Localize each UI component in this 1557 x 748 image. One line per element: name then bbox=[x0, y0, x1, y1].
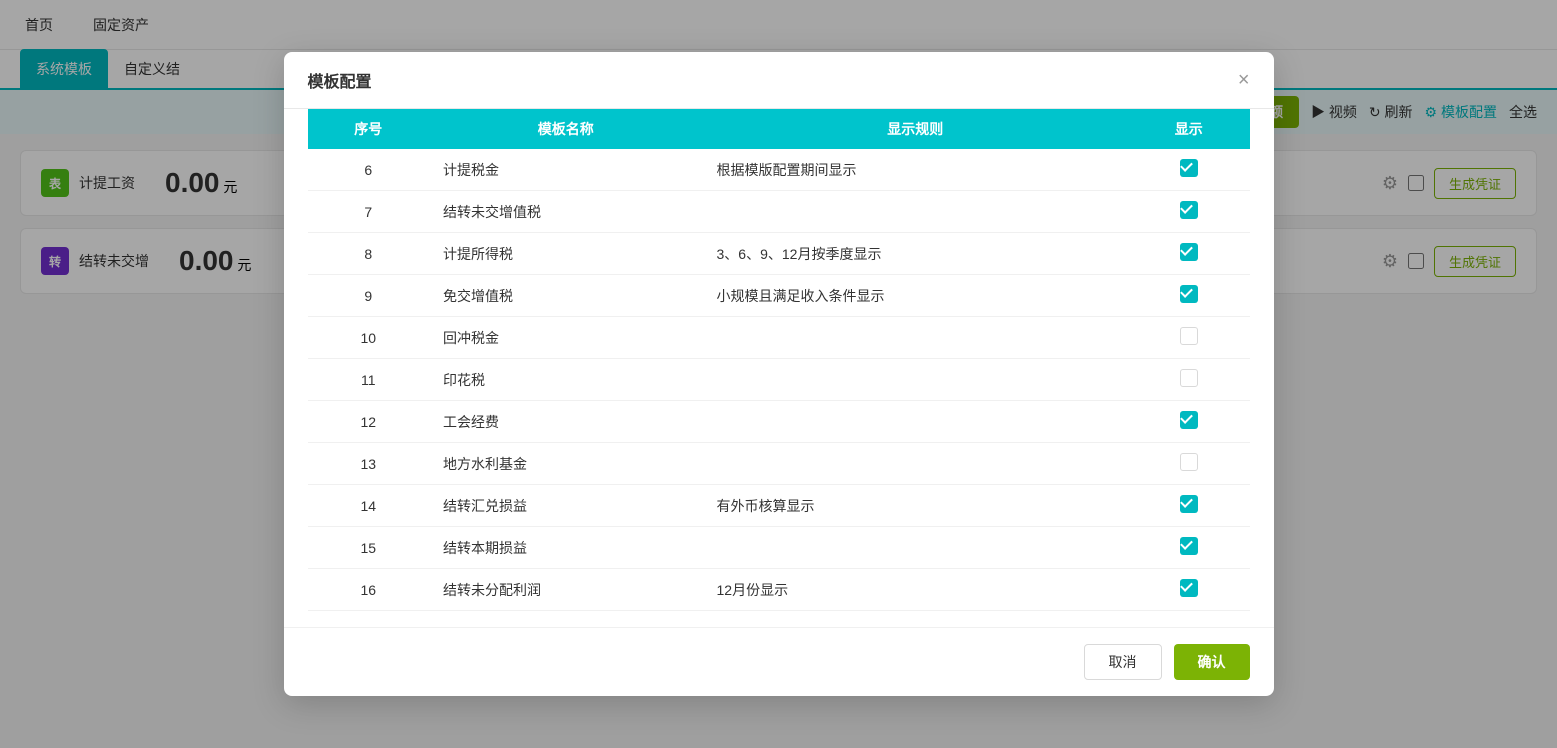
row-checkbox-0[interactable] bbox=[1180, 159, 1198, 177]
cell-check-6[interactable] bbox=[1128, 401, 1250, 443]
cell-rule-3: 小规模且满足收入条件显示 bbox=[703, 275, 1128, 317]
cell-rule-4 bbox=[703, 317, 1128, 359]
modal-footer: 取消 确认 bbox=[284, 627, 1274, 696]
col-name: 模板名称 bbox=[429, 109, 702, 149]
row-checkbox-10[interactable] bbox=[1180, 579, 1198, 597]
table-row: 9免交增值税小规模且满足收入条件显示 bbox=[308, 275, 1250, 317]
cell-check-9[interactable] bbox=[1128, 527, 1250, 569]
cell-check-8[interactable] bbox=[1128, 485, 1250, 527]
cell-name-1: 结转未交增值税 bbox=[429, 191, 702, 233]
cell-name-7: 地方水利基金 bbox=[429, 443, 702, 485]
col-rule: 显示规则 bbox=[703, 109, 1128, 149]
cell-seq-7: 13 bbox=[308, 443, 430, 485]
table-row: 8计提所得税3、6、9、12月按季度显示 bbox=[308, 233, 1250, 275]
table-row: 14结转汇兑损益有外币核算显示 bbox=[308, 485, 1250, 527]
cell-check-3[interactable] bbox=[1128, 275, 1250, 317]
table-row: 6计提税金根据模版配置期间显示 bbox=[308, 149, 1250, 191]
config-table: 序号 模板名称 显示规则 显示 6计提税金根据模版配置期间显示7结转未交增值税8… bbox=[308, 109, 1250, 611]
row-checkbox-5[interactable] bbox=[1180, 369, 1198, 387]
cell-rule-5 bbox=[703, 359, 1128, 401]
modal-overlay: 模板配置 × 序号 模板名称 显示规则 显示 6计提税金根据模版配置期间显示7结… bbox=[0, 0, 1557, 748]
row-checkbox-1[interactable] bbox=[1180, 201, 1198, 219]
cell-seq-8: 14 bbox=[308, 485, 430, 527]
table-header: 序号 模板名称 显示规则 显示 bbox=[308, 109, 1250, 149]
row-checkbox-6[interactable] bbox=[1180, 411, 1198, 429]
cell-rule-8: 有外币核算显示 bbox=[703, 485, 1128, 527]
table-row: 12工会经费 bbox=[308, 401, 1250, 443]
cell-name-6: 工会经费 bbox=[429, 401, 702, 443]
cell-name-8: 结转汇兑损益 bbox=[429, 485, 702, 527]
cell-rule-0: 根据模版配置期间显示 bbox=[703, 149, 1128, 191]
cell-name-4: 回冲税金 bbox=[429, 317, 702, 359]
row-checkbox-7[interactable] bbox=[1180, 453, 1198, 471]
table-row: 15结转本期损益 bbox=[308, 527, 1250, 569]
cell-name-9: 结转本期损益 bbox=[429, 527, 702, 569]
col-display: 显示 bbox=[1128, 109, 1250, 149]
cell-name-10: 结转未分配利润 bbox=[429, 569, 702, 611]
cell-rule-1 bbox=[703, 191, 1128, 233]
modal-close-button[interactable]: × bbox=[1238, 70, 1250, 90]
cell-rule-6 bbox=[703, 401, 1128, 443]
row-checkbox-3[interactable] bbox=[1180, 285, 1198, 303]
modal-template-config: 模板配置 × 序号 模板名称 显示规则 显示 6计提税金根据模版配置期间显示7结… bbox=[284, 52, 1274, 696]
row-checkbox-8[interactable] bbox=[1180, 495, 1198, 513]
cell-seq-3: 9 bbox=[308, 275, 430, 317]
cell-check-2[interactable] bbox=[1128, 233, 1250, 275]
cell-name-5: 印花税 bbox=[429, 359, 702, 401]
cell-check-10[interactable] bbox=[1128, 569, 1250, 611]
row-checkbox-9[interactable] bbox=[1180, 537, 1198, 555]
modal-header: 模板配置 × bbox=[284, 52, 1274, 109]
row-checkbox-4[interactable] bbox=[1180, 327, 1198, 345]
cell-rule-2: 3、6、9、12月按季度显示 bbox=[703, 233, 1128, 275]
cell-check-5[interactable] bbox=[1128, 359, 1250, 401]
modal-body: 序号 模板名称 显示规则 显示 6计提税金根据模版配置期间显示7结转未交增值税8… bbox=[284, 109, 1274, 627]
confirm-button[interactable]: 确认 bbox=[1174, 644, 1250, 680]
cell-name-3: 免交增值税 bbox=[429, 275, 702, 317]
table-row: 7结转未交增值税 bbox=[308, 191, 1250, 233]
table-row: 13地方水利基金 bbox=[308, 443, 1250, 485]
col-seq: 序号 bbox=[308, 109, 430, 149]
cell-check-0[interactable] bbox=[1128, 149, 1250, 191]
cell-rule-9 bbox=[703, 527, 1128, 569]
cell-name-0: 计提税金 bbox=[429, 149, 702, 191]
cell-seq-9: 15 bbox=[308, 527, 430, 569]
table-row: 10回冲税金 bbox=[308, 317, 1250, 359]
cancel-button[interactable]: 取消 bbox=[1084, 644, 1162, 680]
cell-seq-4: 10 bbox=[308, 317, 430, 359]
cell-name-2: 计提所得税 bbox=[429, 233, 702, 275]
row-checkbox-2[interactable] bbox=[1180, 243, 1198, 261]
cell-seq-5: 11 bbox=[308, 359, 430, 401]
cell-check-1[interactable] bbox=[1128, 191, 1250, 233]
table-body: 6计提税金根据模版配置期间显示7结转未交增值税8计提所得税3、6、9、12月按季… bbox=[308, 149, 1250, 611]
cell-seq-2: 8 bbox=[308, 233, 430, 275]
cell-rule-7 bbox=[703, 443, 1128, 485]
cell-seq-10: 16 bbox=[308, 569, 430, 611]
cell-rule-10: 12月份显示 bbox=[703, 569, 1128, 611]
modal-title: 模板配置 bbox=[308, 68, 372, 92]
cell-seq-1: 7 bbox=[308, 191, 430, 233]
table-row: 16结转未分配利润12月份显示 bbox=[308, 569, 1250, 611]
cell-seq-6: 12 bbox=[308, 401, 430, 443]
cell-check-7[interactable] bbox=[1128, 443, 1250, 485]
cell-check-4[interactable] bbox=[1128, 317, 1250, 359]
cell-seq-0: 6 bbox=[308, 149, 430, 191]
table-row: 11印花税 bbox=[308, 359, 1250, 401]
